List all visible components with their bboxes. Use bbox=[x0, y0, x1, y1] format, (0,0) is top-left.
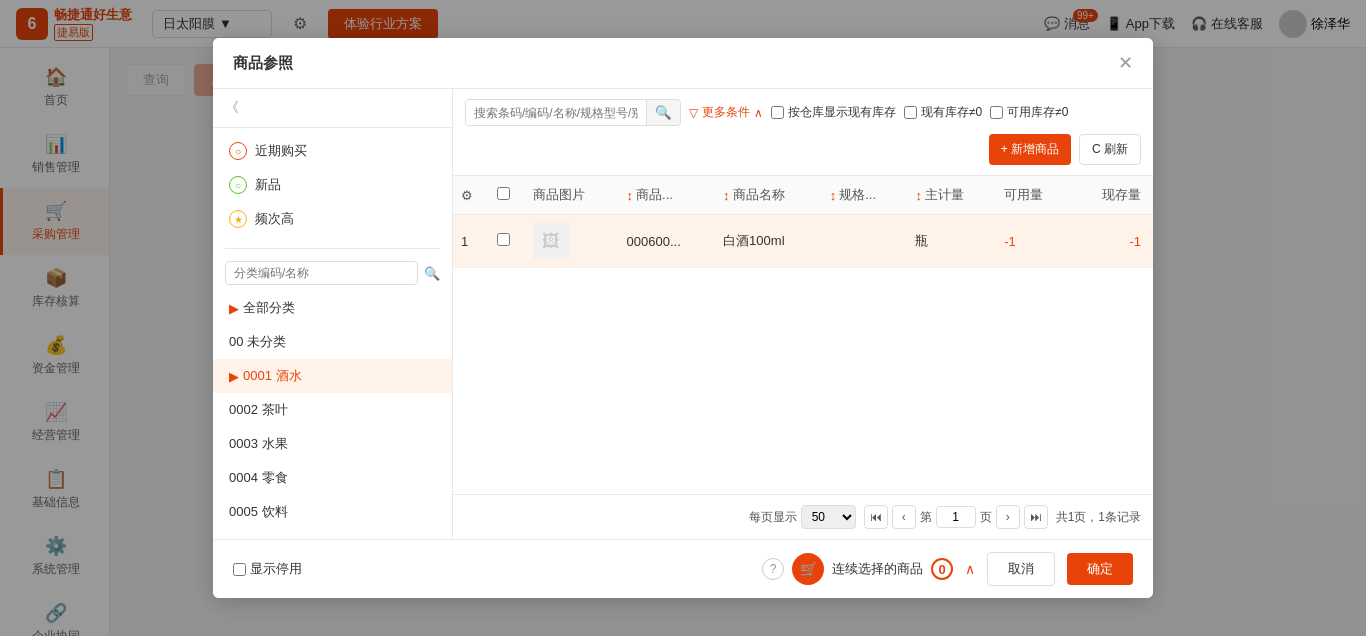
category-item-0004[interactable]: 0004 零食 bbox=[213, 461, 452, 495]
prev-page-btn[interactable]: ‹ bbox=[892, 505, 916, 529]
page-navigation: ⏮ ‹ 第 页 › ⏭ bbox=[864, 505, 1048, 529]
th-stock: 现存量 bbox=[1072, 176, 1153, 215]
row-code: 000600... bbox=[619, 215, 716, 268]
th-settings: ⚙ bbox=[453, 176, 489, 215]
modal-overlay: 商品参照 ✕ 《 ○ 近期购买 ○ 新品 bbox=[0, 0, 1366, 636]
current-stock-checkbox[interactable] bbox=[904, 106, 917, 119]
row-stock: -1 bbox=[1072, 215, 1153, 268]
recent-purchases-item[interactable]: ○ 近期购买 bbox=[213, 134, 452, 168]
th-product-name: ↕商品名称 bbox=[715, 176, 822, 215]
product-image: 🖼 bbox=[533, 223, 569, 259]
th-product-code: ↕商品... bbox=[619, 176, 716, 215]
category-search-area: 🔍 bbox=[213, 255, 452, 291]
product-search-button[interactable]: 🔍 bbox=[646, 100, 680, 125]
th-spec: ↕规格... bbox=[822, 176, 908, 215]
show-disabled-checkbox[interactable] bbox=[233, 563, 246, 576]
product-search-input[interactable] bbox=[466, 101, 646, 125]
collapse-left-icon[interactable]: 《 bbox=[225, 99, 239, 117]
category-item-0002[interactable]: 0002 茶叶 bbox=[213, 393, 452, 427]
category-search-input[interactable] bbox=[225, 261, 418, 285]
available-stock-checkbox[interactable] bbox=[990, 106, 1003, 119]
row-spec bbox=[822, 215, 908, 268]
row-select-checkbox[interactable] bbox=[497, 233, 510, 246]
warehouse-stock-checkbox-label: 按仓库显示现有库存 bbox=[771, 104, 896, 121]
help-icon[interactable]: ? bbox=[762, 558, 784, 580]
category-0001-tri: ▶ bbox=[229, 369, 239, 384]
high-frequency-item[interactable]: ★ 频次高 bbox=[213, 202, 452, 236]
last-page-btn[interactable]: ⏭ bbox=[1024, 505, 1048, 529]
category-item-0003[interactable]: 0003 水果 bbox=[213, 427, 452, 461]
product-search-box: 🔍 bbox=[465, 99, 681, 126]
modal-close-icon[interactable]: ✕ bbox=[1118, 52, 1133, 74]
row-available: -1 bbox=[996, 215, 1072, 268]
freq-icon: ★ bbox=[229, 210, 247, 228]
new-icon: ○ bbox=[229, 176, 247, 194]
th-checkbox bbox=[489, 176, 525, 215]
confirm-button[interactable]: 确定 bbox=[1067, 553, 1133, 585]
th-available: 可用量 bbox=[996, 176, 1072, 215]
filter-collapse-icon: ∧ bbox=[754, 106, 763, 120]
left-divider bbox=[225, 248, 440, 249]
warehouse-stock-checkbox[interactable] bbox=[771, 106, 784, 119]
pagination-total: 共1页，1条记录 bbox=[1056, 509, 1141, 526]
row-name: 白酒100ml bbox=[715, 215, 822, 268]
all-category-tri: ▶ bbox=[229, 301, 239, 316]
cart-icon[interactable]: 🛒 bbox=[792, 553, 824, 585]
add-product-button[interactable]: + 新增商品 bbox=[989, 134, 1071, 165]
category-item-0005[interactable]: 0005 饮料 bbox=[213, 495, 452, 529]
show-disabled-label: 显示停用 bbox=[233, 560, 302, 578]
category-search-icon[interactable]: 🔍 bbox=[424, 266, 440, 281]
row-checkbox bbox=[489, 215, 525, 268]
toolbar-right: + 新增商品 C 刷新 bbox=[989, 134, 1141, 165]
modal-toolbar: 🔍 ▽ 更多条件 ∧ 按仓库显示现有库存 现有库存≠0 bbox=[453, 89, 1153, 176]
category-item-0001[interactable]: ▶ 0001 酒水 bbox=[213, 359, 452, 393]
cart-count: 0 bbox=[931, 558, 953, 580]
modal-left-header: 《 bbox=[213, 89, 452, 128]
first-page-btn[interactable]: ⏮ bbox=[864, 505, 888, 529]
select-all-checkbox[interactable] bbox=[497, 187, 510, 200]
page-size-select: 每页显示 50 10 20 100 bbox=[749, 505, 856, 529]
th-unit: ↕主计量 bbox=[907, 176, 996, 215]
cancel-button[interactable]: 取消 bbox=[987, 552, 1055, 586]
page-size-dropdown[interactable]: 50 10 20 100 bbox=[801, 505, 856, 529]
refresh-button[interactable]: C 刷新 bbox=[1079, 134, 1141, 165]
page-suffix: 页 bbox=[980, 509, 992, 526]
next-page-btn[interactable]: › bbox=[996, 505, 1020, 529]
page-label: 第 bbox=[920, 509, 932, 526]
footer-cart-area: ? 🛒 连续选择的商品 0 ∧ bbox=[762, 553, 975, 585]
modal-footer: 显示停用 ? 🛒 连续选择的商品 0 ∧ 取消 确定 bbox=[213, 539, 1153, 598]
th-product-image: 商品图片 bbox=[525, 176, 619, 215]
modal-header: 商品参照 ✕ bbox=[213, 38, 1153, 89]
cart-collapse-icon[interactable]: ∧ bbox=[965, 561, 975, 577]
table-row[interactable]: 1 🖼 000600... 白酒100ml 瓶 -1 -1 bbox=[453, 215, 1153, 268]
modal-right-panel: 🔍 ▽ 更多条件 ∧ 按仓库显示现有库存 现有库存≠0 bbox=[453, 89, 1153, 539]
category-item-all[interactable]: ▶ 全部分类 bbox=[213, 291, 452, 325]
left-quick-nav: ○ 近期购买 ○ 新品 ★ 频次高 bbox=[213, 128, 452, 242]
page-number-input[interactable] bbox=[936, 506, 976, 528]
recent-icon: ○ bbox=[229, 142, 247, 160]
product-table: ⚙ 商品图片 ↕商品... ↕商品名称 bbox=[453, 176, 1153, 268]
more-filter-button[interactable]: ▽ 更多条件 ∧ bbox=[689, 104, 763, 121]
row-unit: 瓶 bbox=[907, 215, 996, 268]
category-item-00[interactable]: 00 未分类 bbox=[213, 325, 452, 359]
new-products-item[interactable]: ○ 新品 bbox=[213, 168, 452, 202]
current-stock-checkbox-label: 现有库存≠0 bbox=[904, 104, 982, 121]
filter-icon: ▽ bbox=[689, 106, 698, 120]
product-table-area: ⚙ 商品图片 ↕商品... ↕商品名称 bbox=[453, 176, 1153, 494]
row-num: 1 bbox=[453, 215, 489, 268]
pagination-area: 每页显示 50 10 20 100 ⏮ ‹ 第 页 bbox=[453, 494, 1153, 539]
category-item-0008[interactable]: 0008 水 bbox=[213, 529, 452, 539]
modal-left-panel: 《 ○ 近期购买 ○ 新品 ★ 频次高 bbox=[213, 89, 453, 539]
available-stock-checkbox-label: 可用库存≠0 bbox=[990, 104, 1068, 121]
product-reference-modal: 商品参照 ✕ 《 ○ 近期购买 ○ 新品 bbox=[213, 38, 1153, 598]
row-image: 🖼 bbox=[525, 215, 619, 268]
modal-body: 《 ○ 近期购买 ○ 新品 ★ 频次高 bbox=[213, 89, 1153, 539]
modal-title: 商品参照 bbox=[233, 54, 293, 73]
category-tree: ▶ 全部分类 00 未分类 ▶ 0001 酒水 0002 茶叶 0003 水果 bbox=[213, 291, 452, 539]
